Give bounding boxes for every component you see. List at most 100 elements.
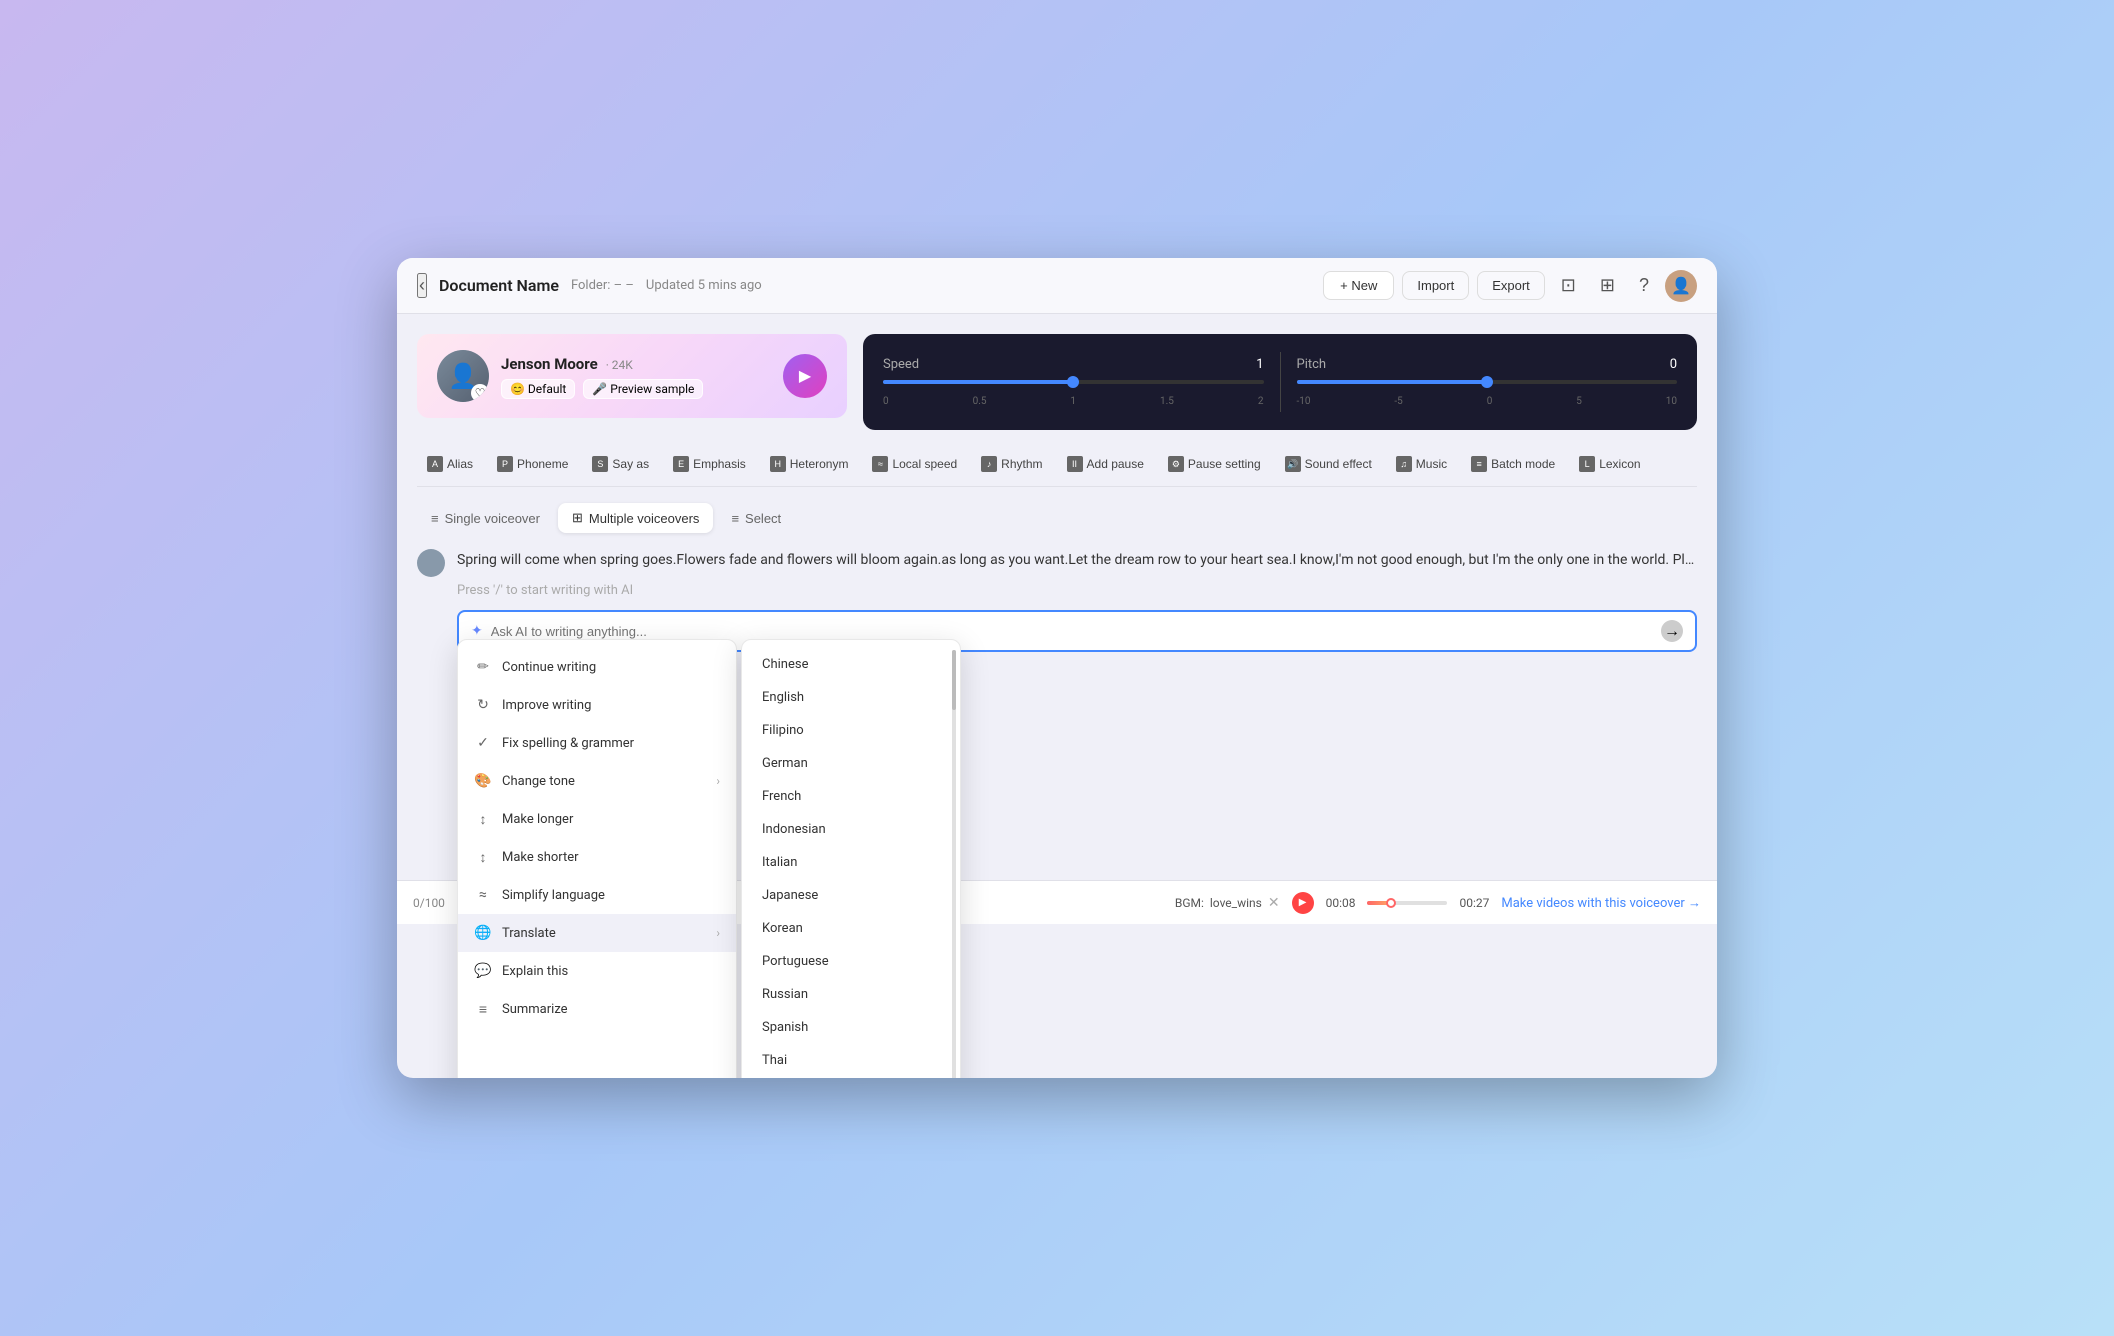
change-tone-icon: 🎨 xyxy=(474,772,492,790)
rhythm-icon: ♪ xyxy=(981,456,997,472)
pitch-thumb[interactable] xyxy=(1481,376,1493,388)
toolbar-batch-mode[interactable]: ≡ Batch mode xyxy=(1461,450,1565,478)
lang-russian[interactable]: Russian xyxy=(742,978,960,1011)
lang-thai[interactable]: Thai xyxy=(742,1044,960,1077)
improve-writing-icon: ↻ xyxy=(474,696,492,714)
pitch-section: Pitch 0 -10 -5 0 5 10 xyxy=(1297,357,1678,407)
voice-card: 👤 ♡ Jenson Moore · 24K 😊 Default 🎤 Previ… xyxy=(417,334,847,418)
menu-continue-writing[interactable]: ✏ Continue writing xyxy=(458,648,736,686)
tab-single-icon: ≡ xyxy=(431,511,439,526)
header-right: + New Import Export ⊡ ⊞ ? 👤 xyxy=(1323,270,1697,302)
menu-make-longer[interactable]: ↕ Make longer xyxy=(458,800,736,838)
progress-bar-mini[interactable] xyxy=(1367,901,1447,905)
toolbar-alias[interactable]: A Alias xyxy=(417,450,483,478)
menu-simplify-language[interactable]: ≈ Simplify language xyxy=(458,876,736,914)
time-end: 00:27 xyxy=(1459,896,1489,910)
avatar[interactable]: 👤 xyxy=(1665,270,1697,302)
main-content: 👤 ♡ Jenson Moore · 24K 😊 Default 🎤 Previ… xyxy=(397,314,1717,680)
simplify-language-icon: ≈ xyxy=(474,886,492,904)
lang-french[interactable]: French xyxy=(742,780,960,813)
toolbar-music[interactable]: ♫ Music xyxy=(1386,450,1457,478)
import-button[interactable]: Import xyxy=(1402,271,1469,300)
lang-portuguese[interactable]: Portuguese xyxy=(742,945,960,978)
pitch-label: Pitch xyxy=(1297,357,1327,372)
ai-menu: ✏ Continue writing ↻ Improve writing ✓ xyxy=(457,639,737,1078)
menu-explain-this[interactable]: 💬 Explain this xyxy=(458,952,736,990)
pitch-value: 0 xyxy=(1670,357,1677,372)
ai-wand-icon: ✦ xyxy=(471,623,483,639)
bgm-close-icon[interactable]: ✕ xyxy=(1268,895,1280,911)
lang-spanish[interactable]: Spanish xyxy=(742,1011,960,1044)
grid-icon-button[interactable]: ⊞ xyxy=(1592,271,1623,300)
toolbar-add-pause[interactable]: II Add pause xyxy=(1057,450,1154,478)
play-button[interactable]: ▶ xyxy=(783,354,827,398)
lang-italian[interactable]: Italian xyxy=(742,846,960,879)
tab-single-voiceover[interactable]: ≡ Single voiceover xyxy=(417,504,554,533)
tab-multiple-voiceovers[interactable]: ⊞ Multiple voiceovers xyxy=(558,503,713,533)
toolbar-pause-setting[interactable]: ⚙ Pause setting xyxy=(1158,450,1271,478)
lang-german[interactable]: German xyxy=(742,747,960,780)
alias-icon: A xyxy=(427,456,443,472)
help-icon-button[interactable]: ? xyxy=(1631,271,1657,300)
pitch-header: Pitch 0 xyxy=(1297,357,1678,372)
speed-thumb[interactable] xyxy=(1067,376,1079,388)
play-mini-button[interactable]: ▶ xyxy=(1292,892,1314,914)
menu-make-shorter[interactable]: ↕ Make shorter xyxy=(458,838,736,876)
menu-fix-spelling[interactable]: ✓ Fix spelling & grammer xyxy=(458,724,736,762)
bgm-label: BGM: xyxy=(1175,896,1204,910)
voice-panel: 👤 ♡ Jenson Moore · 24K 😊 Default 🎤 Previ… xyxy=(417,334,1697,430)
make-videos-button[interactable]: Make videos with this voiceover → xyxy=(1501,895,1701,911)
speed-pitch-panel: Speed 1 0 0.5 1 1.5 2 xyxy=(863,334,1697,430)
header: ‹ Document Name Folder: – – Updated 5 mi… xyxy=(397,258,1717,314)
music-icon: ♫ xyxy=(1396,456,1412,472)
pitch-fill xyxy=(1297,380,1487,384)
tab-select[interactable]: ≡ Select xyxy=(717,504,795,533)
progress-thumb[interactable] xyxy=(1386,898,1396,908)
menu-change-tone[interactable]: 🎨 Change tone › xyxy=(458,762,736,800)
menu-translate[interactable]: 🌐 Translate › xyxy=(458,914,736,952)
lang-indonesian[interactable]: Indonesian xyxy=(742,813,960,846)
speed-fill xyxy=(883,380,1073,384)
menu-improve-writing[interactable]: ↻ Improve writing xyxy=(458,686,736,724)
pitch-slider[interactable] xyxy=(1297,380,1678,384)
preview-tag[interactable]: 🎤 Preview sample xyxy=(583,379,703,399)
heart-icon[interactable]: ♡ xyxy=(471,384,489,402)
export-button[interactable]: Export xyxy=(1477,271,1545,300)
header-left: ‹ Document Name Folder: – – Updated 5 mi… xyxy=(417,273,1307,298)
cast-icon-button[interactable]: ⊡ xyxy=(1553,271,1584,300)
editor-text[interactable]: Spring will come when spring goes.Flower… xyxy=(417,549,1697,571)
sound-effect-icon: 🔊 xyxy=(1285,456,1301,472)
default-tag[interactable]: 😊 Default xyxy=(501,379,575,399)
time-start: 00:08 xyxy=(1326,896,1356,910)
toolbar-heteronym[interactable]: H Heteronym xyxy=(760,450,859,478)
bgm-name: love_wins xyxy=(1210,896,1262,910)
lang-korean[interactable]: Korean xyxy=(742,912,960,945)
toolbar-say-as[interactable]: S Say as xyxy=(582,450,659,478)
lang-vietnamese[interactable]: Vietnamese xyxy=(742,1077,960,1078)
translate-chevron: › xyxy=(716,926,720,940)
ai-input[interactable] xyxy=(491,624,1653,639)
new-button[interactable]: + New xyxy=(1323,271,1394,300)
document-title: Document Name xyxy=(439,276,559,295)
speed-slider[interactable] xyxy=(883,380,1264,384)
lang-filipino[interactable]: Filipino xyxy=(742,714,960,747)
lang-chinese[interactable]: Chinese xyxy=(742,648,960,681)
toolbar-emphasis[interactable]: E Emphasis xyxy=(663,450,756,478)
back-button[interactable]: ‹ xyxy=(417,273,427,298)
lang-japanese[interactable]: Japanese xyxy=(742,879,960,912)
toolbar-phoneme[interactable]: P Phoneme xyxy=(487,450,578,478)
toolbar-sound-effect[interactable]: 🔊 Sound effect xyxy=(1275,450,1382,478)
toolbar-lexicon[interactable]: L Lexicon xyxy=(1569,450,1650,478)
menu-summarize[interactable]: ≡ Summarize xyxy=(458,990,736,1028)
lang-english[interactable]: English xyxy=(742,681,960,714)
toolbar-local-speed[interactable]: ≈ Local speed xyxy=(862,450,967,478)
speed-value: 1 xyxy=(1256,357,1263,372)
toolbar: A Alias P Phoneme S Say as E Emphasis H … xyxy=(417,442,1697,487)
voice-info: Jenson Moore · 24K 😊 Default 🎤 Preview s… xyxy=(501,354,703,399)
tabs: ≡ Single voiceover ⊞ Multiple voiceovers… xyxy=(417,503,1697,533)
editor-placeholder: Press '/' to start writing with AI xyxy=(417,583,1697,598)
translate-icon: 🌐 xyxy=(474,924,492,942)
toolbar-rhythm[interactable]: ♪ Rhythm xyxy=(971,450,1052,478)
emphasis-icon: E xyxy=(673,456,689,472)
ai-send-button[interactable]: → xyxy=(1661,620,1683,642)
